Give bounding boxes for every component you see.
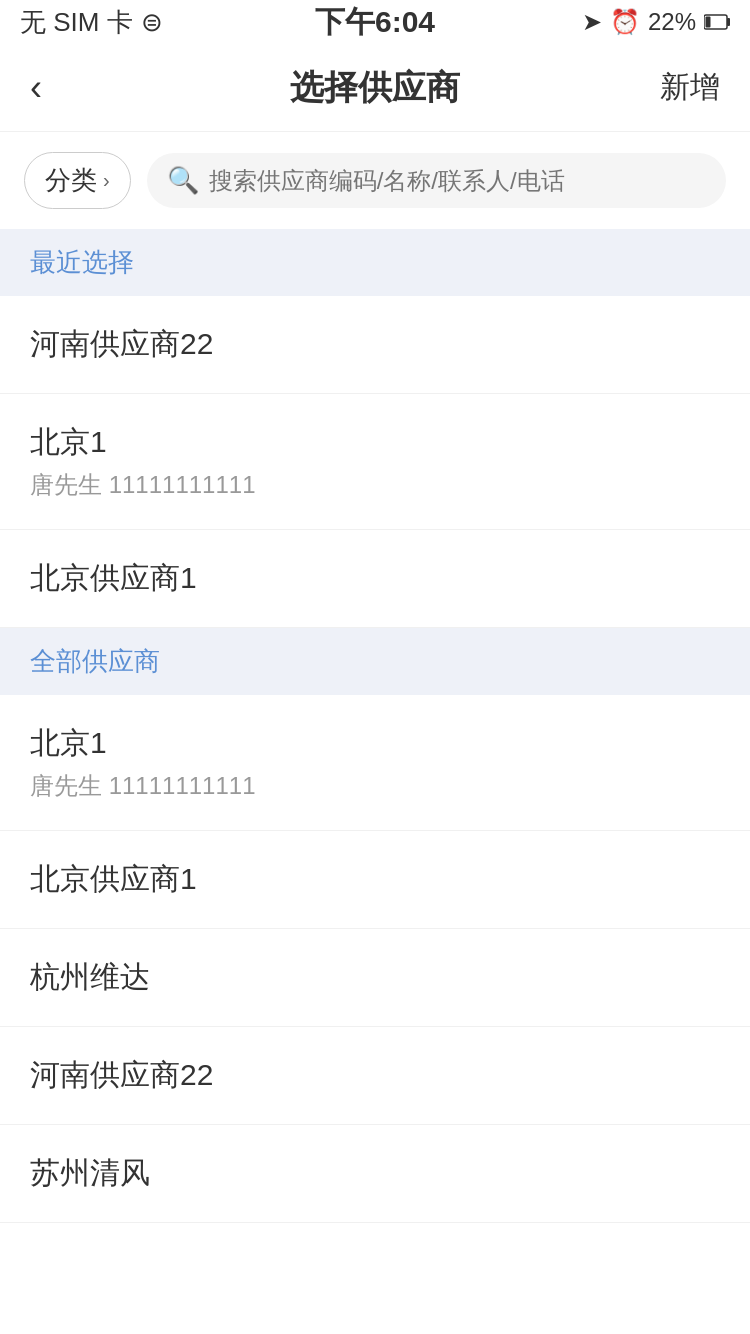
all-section-header: 全部供应商: [0, 628, 750, 695]
filter-bar: 分类 › 🔍: [0, 132, 750, 229]
search-icon: 🔍: [167, 165, 199, 196]
list-item[interactable]: 苏州清风: [0, 1125, 750, 1223]
item-name: 苏州清风: [30, 1153, 720, 1194]
page-title: 选择供应商: [290, 65, 460, 111]
status-bar: 无 SIM 卡 ⊜ 下午6:04 ➤ ⏰ 22%: [0, 0, 750, 44]
status-right: ➤ ⏰ 22%: [582, 8, 730, 36]
svg-rect-2: [706, 17, 711, 28]
list-item[interactable]: 北京1 唐先生 11111111111: [0, 695, 750, 831]
svg-rect-1: [727, 18, 730, 26]
list-item[interactable]: 北京供应商1: [0, 530, 750, 628]
item-sub: 唐先生 11111111111: [30, 469, 720, 501]
list-item[interactable]: 北京1 唐先生 11111111111: [0, 394, 750, 530]
status-time: 下午6:04: [315, 2, 435, 43]
item-name: 北京供应商1: [30, 558, 720, 599]
category-filter-button[interactable]: 分类 ›: [24, 152, 131, 209]
category-label: 分类: [45, 163, 97, 198]
all-section-label: 全部供应商: [30, 646, 160, 676]
list-item[interactable]: 杭州维达: [0, 929, 750, 1027]
chevron-right-icon: ›: [103, 169, 110, 192]
item-name: 河南供应商22: [30, 324, 720, 365]
wifi-icon: ⊜: [141, 7, 163, 38]
item-name: 北京供应商1: [30, 859, 720, 900]
list-item[interactable]: 河南供应商22: [0, 296, 750, 394]
item-sub: 唐先生 11111111111: [30, 770, 720, 802]
recent-section-header: 最近选择: [0, 229, 750, 296]
recent-section-label: 最近选择: [30, 247, 134, 277]
no-sim-text: 无 SIM 卡: [20, 5, 133, 40]
recent-items-list: 河南供应商22 北京1 唐先生 11111111111 北京供应商1: [0, 296, 750, 628]
search-input[interactable]: [209, 167, 706, 195]
item-name: 河南供应商22: [30, 1055, 720, 1096]
item-name: 北京1: [30, 723, 720, 764]
list-item[interactable]: 河南供应商22: [0, 1027, 750, 1125]
alarm-icon: ⏰: [610, 8, 640, 36]
search-bar[interactable]: 🔍: [147, 153, 726, 208]
battery-icon: [704, 8, 730, 36]
add-button[interactable]: 新增: [660, 67, 720, 108]
item-name: 北京1: [30, 422, 720, 463]
all-items-list: 北京1 唐先生 11111111111 北京供应商1 杭州维达河南供应商22 苏州清风: [0, 695, 750, 1223]
item-name: 杭州维达: [30, 957, 720, 998]
nav-bar: ‹ 选择供应商 新增: [0, 44, 750, 132]
battery-percent: 22%: [648, 8, 696, 36]
list-item[interactable]: 北京供应商1: [0, 831, 750, 929]
location-icon: ➤: [582, 8, 602, 36]
status-left: 无 SIM 卡 ⊜: [20, 5, 163, 40]
back-button[interactable]: ‹: [30, 67, 90, 109]
